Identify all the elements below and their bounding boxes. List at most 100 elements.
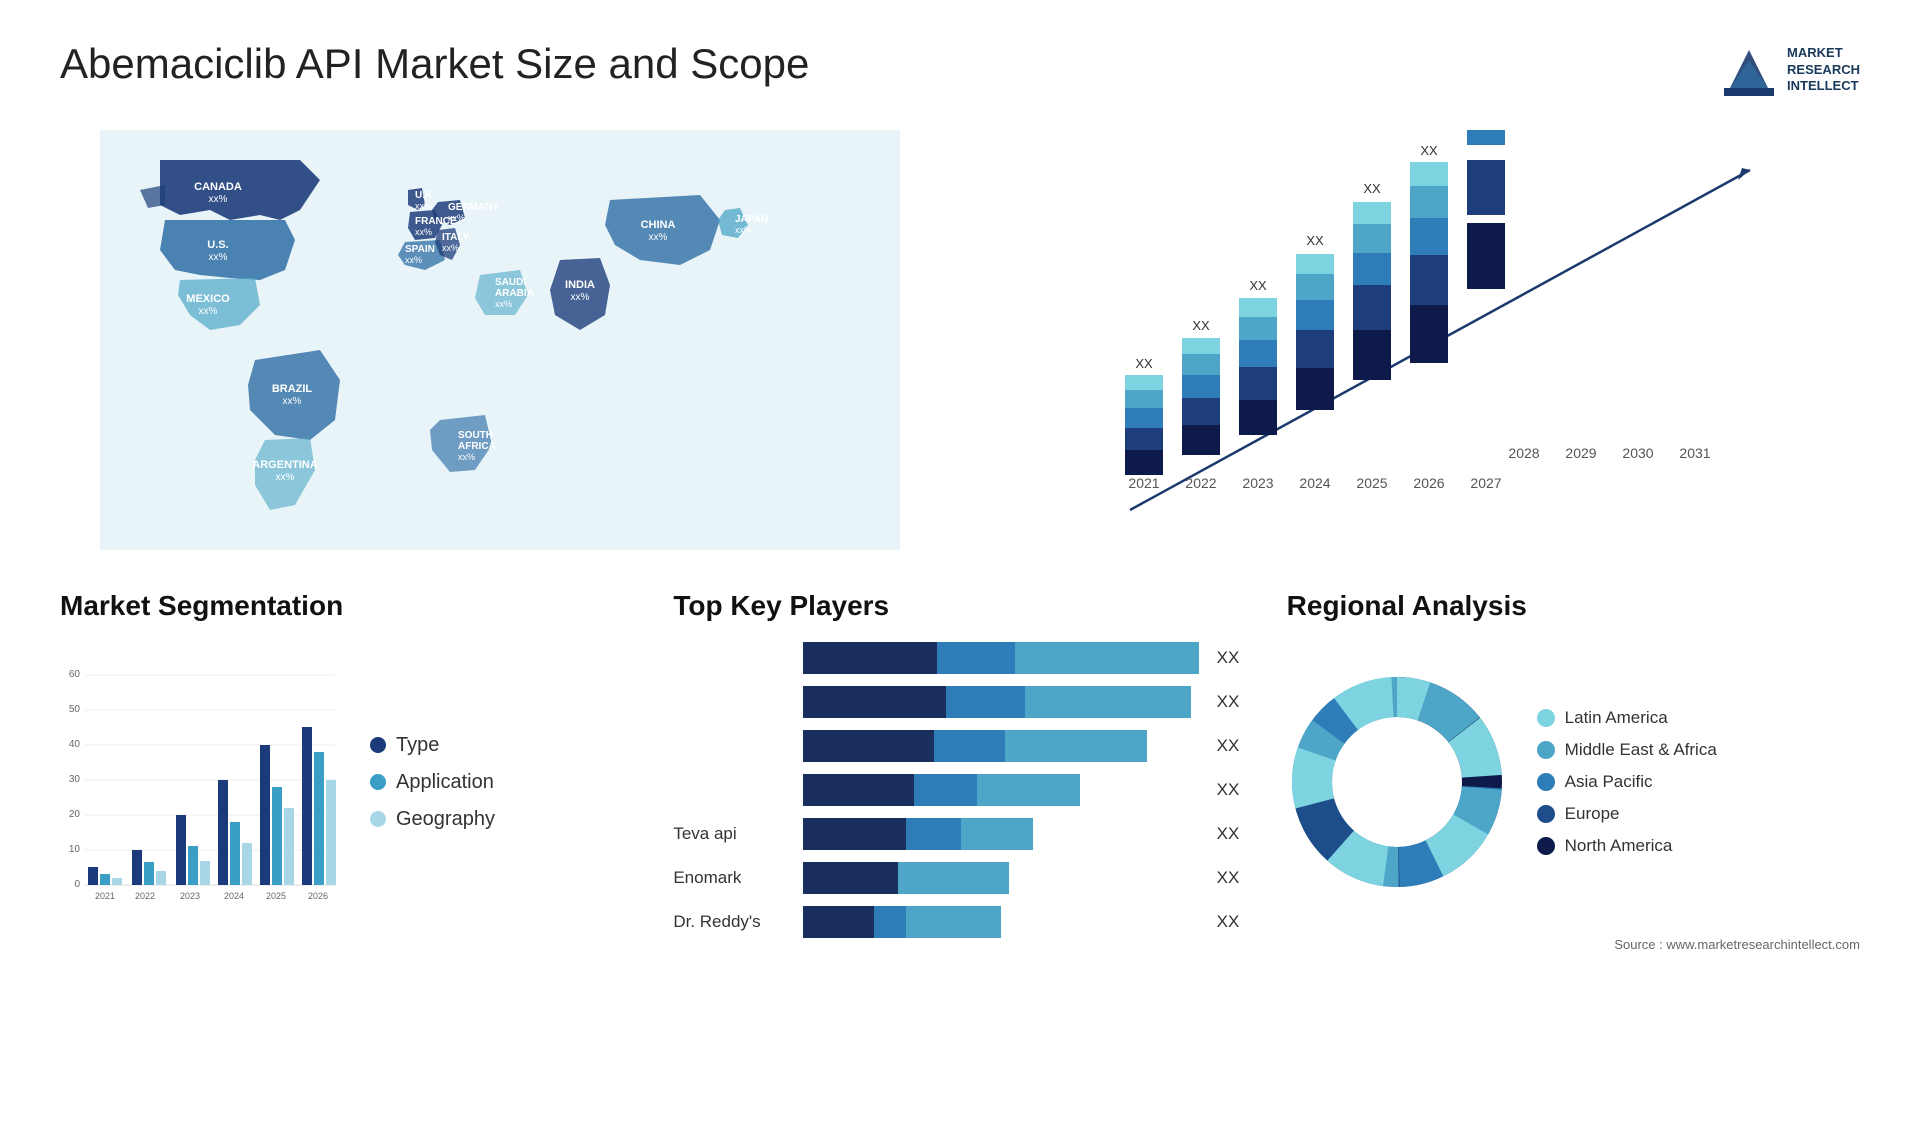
source-text: Source : www.marketresearchintellect.com (1287, 937, 1860, 952)
svg-text:2024: 2024 (1299, 475, 1330, 491)
legend-item-geography: Geography (370, 808, 495, 831)
player-xx-2: XX (1217, 692, 1247, 712)
header: Abemaciclib API Market Size and Scope MA… (60, 40, 1860, 100)
svg-text:CHINA: CHINA (641, 219, 676, 231)
player-xx-enomark: XX (1217, 868, 1247, 888)
svg-text:xx%: xx% (283, 396, 302, 407)
svg-text:xx%: xx% (442, 243, 459, 253)
svg-text:SPAIN: SPAIN (405, 244, 435, 255)
regional-legend: Latin America Middle East & Africa Asia … (1537, 708, 1717, 856)
legend-item-application: Application (370, 771, 495, 794)
player-row-3: XX (673, 730, 1246, 762)
key-players-title: Top Key Players (673, 590, 1246, 622)
player-name-reddy: Dr. Reddy's (673, 912, 793, 932)
logo-line2: RESEARCH (1787, 62, 1860, 79)
na-label: North America (1565, 836, 1673, 856)
player-row-1: XX (673, 642, 1246, 674)
player-bar-2 (803, 686, 1198, 718)
svg-text:2026: 2026 (308, 891, 328, 901)
svg-text:10: 10 (69, 844, 81, 855)
player-bar-reddy (803, 906, 1198, 938)
svg-text:ARABIA: ARABIA (495, 288, 534, 299)
logo-line3: INTELLECT (1787, 78, 1860, 95)
player-row-teva: Teva api XX (673, 818, 1246, 850)
svg-text:SOUTH: SOUTH (458, 430, 493, 441)
type-dot (370, 737, 386, 753)
player-xx-reddy: XX (1217, 912, 1247, 932)
svg-text:60: 60 (69, 669, 81, 680)
svg-text:2027: 2027 (1470, 475, 1501, 491)
page-title: Abemaciclib API Market Size and Scope (60, 40, 809, 88)
svg-text:2025: 2025 (266, 891, 286, 901)
svg-text:CANADA: CANADA (194, 181, 242, 193)
player-row-reddy: Dr. Reddy's XX (673, 906, 1246, 938)
svg-text:ITALY: ITALY (442, 232, 470, 243)
map-section: CANADA xx% U.S. xx% MEXICO xx% BRAZIL xx… (60, 130, 940, 570)
svg-text:INDIA: INDIA (565, 279, 595, 291)
logo-text: MARKET RESEARCH INTELLECT (1787, 45, 1860, 96)
svg-text:xx%: xx% (276, 472, 295, 483)
svg-text:2022: 2022 (135, 891, 155, 901)
key-players-section: Top Key Players XX (673, 590, 1246, 952)
svg-text:2023: 2023 (1242, 475, 1273, 491)
svg-text:2031: 2031 (1679, 445, 1710, 461)
mea-dot (1537, 741, 1555, 759)
legend-type-label: Type (396, 734, 439, 757)
player-name-teva: Teva api (673, 824, 793, 844)
svg-text:2026: 2026 (1413, 475, 1444, 491)
europe-label: Europe (1565, 804, 1620, 824)
svg-text:BRAZIL: BRAZIL (272, 383, 313, 395)
players-container: XX XX (673, 642, 1246, 922)
latin-label: Latin America (1565, 708, 1668, 728)
player-name-enomark: Enomark (673, 868, 793, 888)
player-row-enomark: Enomark XX (673, 862, 1246, 894)
svg-text:XX: XX (1420, 143, 1438, 158)
world-map: CANADA xx% U.S. xx% MEXICO xx% BRAZIL xx… (60, 130, 940, 550)
segmentation-title: Market Segmentation (60, 590, 633, 622)
legend-application-label: Application (396, 771, 494, 794)
svg-text:xx%: xx% (448, 213, 465, 223)
svg-text:xx%: xx% (649, 232, 668, 243)
segmentation-section: Market Segmentation 0 10 20 30 40 50 60 (60, 590, 633, 952)
player-bar-enomark (803, 862, 1198, 894)
svg-text:xx%: xx% (199, 306, 218, 317)
svg-text:MEXICO: MEXICO (186, 293, 230, 305)
player-xx-4: XX (1217, 780, 1247, 800)
latin-dot (1537, 709, 1555, 727)
svg-text:2021: 2021 (95, 891, 115, 901)
svg-text:xx%: xx% (571, 292, 590, 303)
logo-container: MARKET RESEARCH INTELLECT (1719, 40, 1860, 100)
donut-chart (1287, 672, 1507, 892)
na-dot (1537, 837, 1555, 855)
svg-text:2028: 2028 (1508, 445, 1539, 461)
svg-text:xx%: xx% (209, 194, 228, 205)
svg-text:xx%: xx% (415, 227, 432, 237)
legend-geography-label: Geography (396, 808, 495, 831)
svg-text:JAPAN: JAPAN (735, 214, 768, 225)
logo-icon (1719, 40, 1779, 100)
page-container: Abemaciclib API Market Size and Scope MA… (0, 0, 1920, 1146)
svg-text:GERMANY: GERMANY (448, 202, 499, 213)
europe-dot (1537, 805, 1555, 823)
svg-text:2030: 2030 (1622, 445, 1653, 461)
svg-text:2023: 2023 (180, 891, 200, 901)
logo-line1: MARKET (1787, 45, 1860, 62)
svg-text:2022: 2022 (1185, 475, 1216, 491)
svg-text:2024: 2024 (224, 891, 244, 901)
svg-text:xx%: xx% (209, 252, 228, 263)
svg-text:30: 30 (69, 774, 81, 785)
svg-text:xx%: xx% (735, 225, 752, 235)
svg-text:0: 0 (74, 879, 80, 890)
svg-text:xx%: xx% (415, 201, 432, 211)
svg-text:ARGENTINA: ARGENTINA (252, 459, 317, 471)
segmentation-chart: 0 10 20 30 40 50 60 (60, 657, 340, 907)
svg-text:AFRICA: AFRICA (458, 441, 496, 452)
svg-text:20: 20 (69, 809, 81, 820)
application-dot (370, 774, 386, 790)
svg-text:50: 50 (69, 704, 81, 715)
player-xx-3: XX (1217, 736, 1247, 756)
reg-legend-na: North America (1537, 836, 1717, 856)
player-row-2: XX (673, 686, 1246, 718)
reg-legend-mea: Middle East & Africa (1537, 740, 1717, 760)
apac-label: Asia Pacific (1565, 772, 1653, 792)
